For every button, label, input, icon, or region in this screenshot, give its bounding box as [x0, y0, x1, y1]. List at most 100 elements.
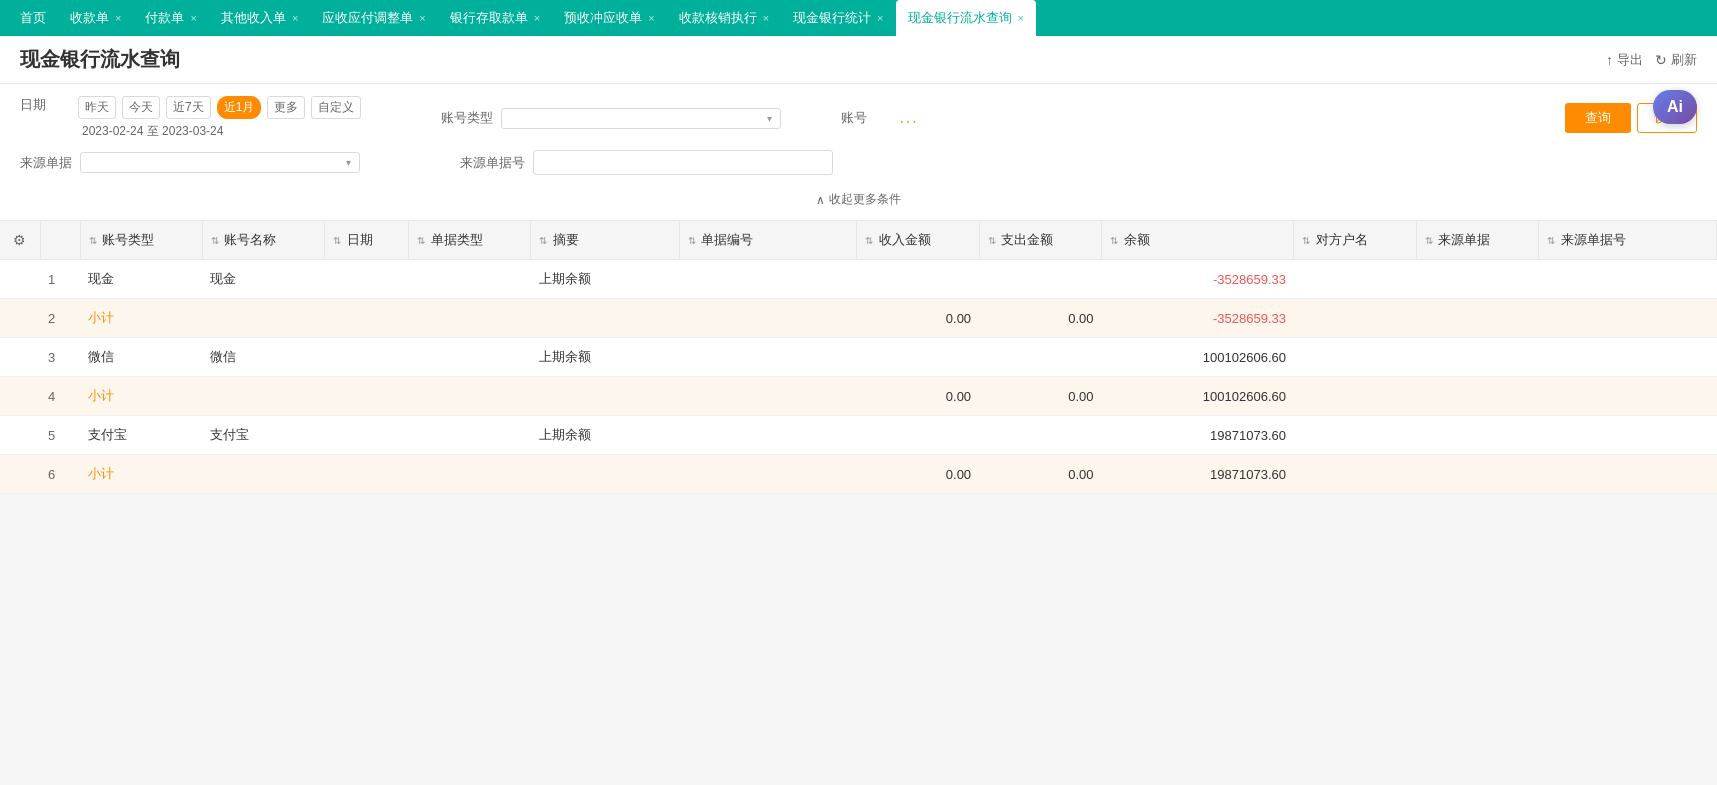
col-summary-sort-icon: ⇅: [539, 235, 547, 246]
source-doc-label: 来源单据: [20, 154, 72, 172]
date-btn-yesterday[interactable]: 昨天: [78, 96, 116, 119]
row-doc-no-cell: [679, 260, 857, 299]
row-no-cell: 4: [40, 377, 80, 416]
nav-tab-ap-adjust[interactable]: 应收应付调整单 ×: [310, 0, 437, 36]
export-button[interactable]: ↑ 导出: [1606, 51, 1643, 69]
row-account-name-cell: [202, 377, 324, 416]
row-expense-cell: [979, 338, 1101, 377]
nav-tab-receipt[interactable]: 收款单 ×: [58, 0, 133, 36]
close-tab-other-income-icon[interactable]: ×: [292, 0, 298, 36]
close-tab-bank-flow-icon[interactable]: ×: [1018, 0, 1024, 36]
table-row: 3 微信 微信 上期余额 100102606.60: [0, 338, 1717, 377]
col-summary-header[interactable]: ⇅ 摘要: [531, 221, 679, 260]
col-doc-type-header[interactable]: ⇅ 单据类型: [409, 221, 531, 260]
col-account-type-header[interactable]: ⇅ 账号类型: [80, 221, 202, 260]
row-counterparty-cell: [1294, 299, 1416, 338]
row-account-type-cell: 支付宝: [80, 416, 202, 455]
header-actions: ↑ 导出 ↻ 刷新: [1606, 51, 1697, 69]
col-expense-sort-icon: ⇅: [988, 235, 996, 246]
close-tab-collection-icon[interactable]: ×: [763, 0, 769, 36]
table-container: ⚙ ⇅ 账号类型 ⇅ 账号名称 ⇅ 日期 ⇅ 单据类型: [0, 221, 1717, 494]
row-source-doc-cell: [1416, 299, 1538, 338]
date-btn-1month[interactable]: 近1月: [217, 96, 262, 119]
table-settings-icon[interactable]: ⚙: [13, 232, 26, 248]
row-income-cell: 0.00: [857, 299, 979, 338]
query-button[interactable]: 查询: [1565, 103, 1631, 133]
nav-tab-other-income[interactable]: 其他收入单 ×: [209, 0, 310, 36]
close-tab-bank-stat-icon[interactable]: ×: [877, 0, 883, 36]
row-account-name-cell: 微信: [202, 338, 324, 377]
col-date-header[interactable]: ⇅ 日期: [325, 221, 409, 260]
account-type-select[interactable]: ▾: [501, 108, 781, 129]
close-tab-prepay-icon[interactable]: ×: [648, 0, 654, 36]
date-btn-custom[interactable]: 自定义: [311, 96, 361, 119]
col-settings-header[interactable]: ⚙: [0, 221, 40, 260]
filter-area: 日期 昨天 今天 近7天 近1月 更多 自定义 2023-02-24 至 202…: [0, 84, 1717, 221]
nav-tab-collection[interactable]: 收款核销执行 ×: [667, 0, 781, 36]
row-income-cell: 0.00: [857, 377, 979, 416]
date-label: 日期: [20, 96, 70, 114]
refresh-icon: ↻: [1655, 52, 1667, 68]
row-account-name-cell: [202, 455, 324, 494]
date-btn-group: 昨天 今天 近7天 近1月 更多 自定义: [78, 96, 361, 119]
table-row: 6 小计 0.00 0.00 19871073.60: [0, 455, 1717, 494]
close-tab-receipt-icon[interactable]: ×: [115, 0, 121, 36]
row-date-cell: [325, 299, 409, 338]
col-counterparty-header[interactable]: ⇅ 对方户名: [1294, 221, 1416, 260]
row-income-cell: [857, 338, 979, 377]
refresh-button[interactable]: ↻ 刷新: [1655, 51, 1697, 69]
date-btn-7days[interactable]: 近7天: [166, 96, 211, 119]
nav-tab-payment[interactable]: 付款单 ×: [133, 0, 208, 36]
row-doc-type-cell: [409, 416, 531, 455]
col-counterparty-sort-icon: ⇅: [1302, 235, 1310, 246]
col-source-doc-no-header[interactable]: ⇅ 来源单据号: [1539, 221, 1717, 260]
close-tab-payment-icon[interactable]: ×: [190, 0, 196, 36]
page-title: 现金银行流水查询: [20, 46, 180, 73]
row-summary-cell: [531, 377, 679, 416]
row-account-type-cell: 现金: [80, 260, 202, 299]
account-more-button[interactable]: ...: [899, 109, 918, 127]
row-settings-cell: [0, 260, 40, 299]
row-doc-type-cell: [409, 299, 531, 338]
row-date-cell: [325, 260, 409, 299]
nav-tab-prepay[interactable]: 预收冲应收单 ×: [552, 0, 666, 36]
row-source-doc-no-cell: [1539, 338, 1717, 377]
row-account-type-cell: 小计: [80, 377, 202, 416]
nav-tab-bank-deposit[interactable]: 银行存取款单 ×: [438, 0, 552, 36]
col-no-header: [40, 221, 80, 260]
row-summary-cell: [531, 455, 679, 494]
row-doc-type-cell: [409, 260, 531, 299]
date-btn-today[interactable]: 今天: [122, 96, 160, 119]
col-income-header[interactable]: ⇅ 收入金额: [857, 221, 979, 260]
page-header: 现金银行流水查询 ↑ 导出 ↻ 刷新: [0, 36, 1717, 84]
collapse-label: 收起更多条件: [829, 191, 901, 208]
source-doc-select[interactable]: ▾: [80, 152, 360, 173]
row-source-doc-cell: [1416, 260, 1538, 299]
col-date-sort-icon: ⇅: [333, 235, 341, 246]
row-settings-cell: [0, 455, 40, 494]
account-type-arrow-icon: ▾: [767, 113, 772, 124]
account-type-label: 账号类型: [441, 109, 493, 127]
col-doc-no-header[interactable]: ⇅ 单据编号: [679, 221, 857, 260]
col-expense-header[interactable]: ⇅ 支出金额: [979, 221, 1101, 260]
col-account-name-header[interactable]: ⇅ 账号名称: [202, 221, 324, 260]
nav-home[interactable]: 首页: [8, 0, 58, 36]
row-date-cell: [325, 377, 409, 416]
row-counterparty-cell: [1294, 416, 1416, 455]
ai-badge[interactable]: Ai: [1653, 90, 1697, 124]
close-tab-ap-adjust-icon[interactable]: ×: [419, 0, 425, 36]
collapse-bar[interactable]: ∧ 收起更多条件: [20, 185, 1697, 208]
row-counterparty-cell: [1294, 377, 1416, 416]
row-account-type-cell: 小计: [80, 455, 202, 494]
col-source-doc-header[interactable]: ⇅ 来源单据: [1416, 221, 1538, 260]
row-source-doc-no-cell: [1539, 377, 1717, 416]
table-row: 4 小计 0.00 0.00 100102606.60: [0, 377, 1717, 416]
col-balance-header[interactable]: ⇅ 余额: [1101, 221, 1294, 260]
date-btn-more[interactable]: 更多: [267, 96, 305, 119]
close-tab-bank-deposit-icon[interactable]: ×: [534, 0, 540, 36]
nav-tab-bank-flow[interactable]: 现金银行流水查询 ×: [896, 0, 1036, 36]
table-row: 2 小计 0.00 0.00 -3528659.33: [0, 299, 1717, 338]
row-income-cell: 0.00: [857, 455, 979, 494]
source-doc-no-input[interactable]: [533, 150, 833, 175]
nav-tab-bank-stat[interactable]: 现金银行统计 ×: [781, 0, 895, 36]
